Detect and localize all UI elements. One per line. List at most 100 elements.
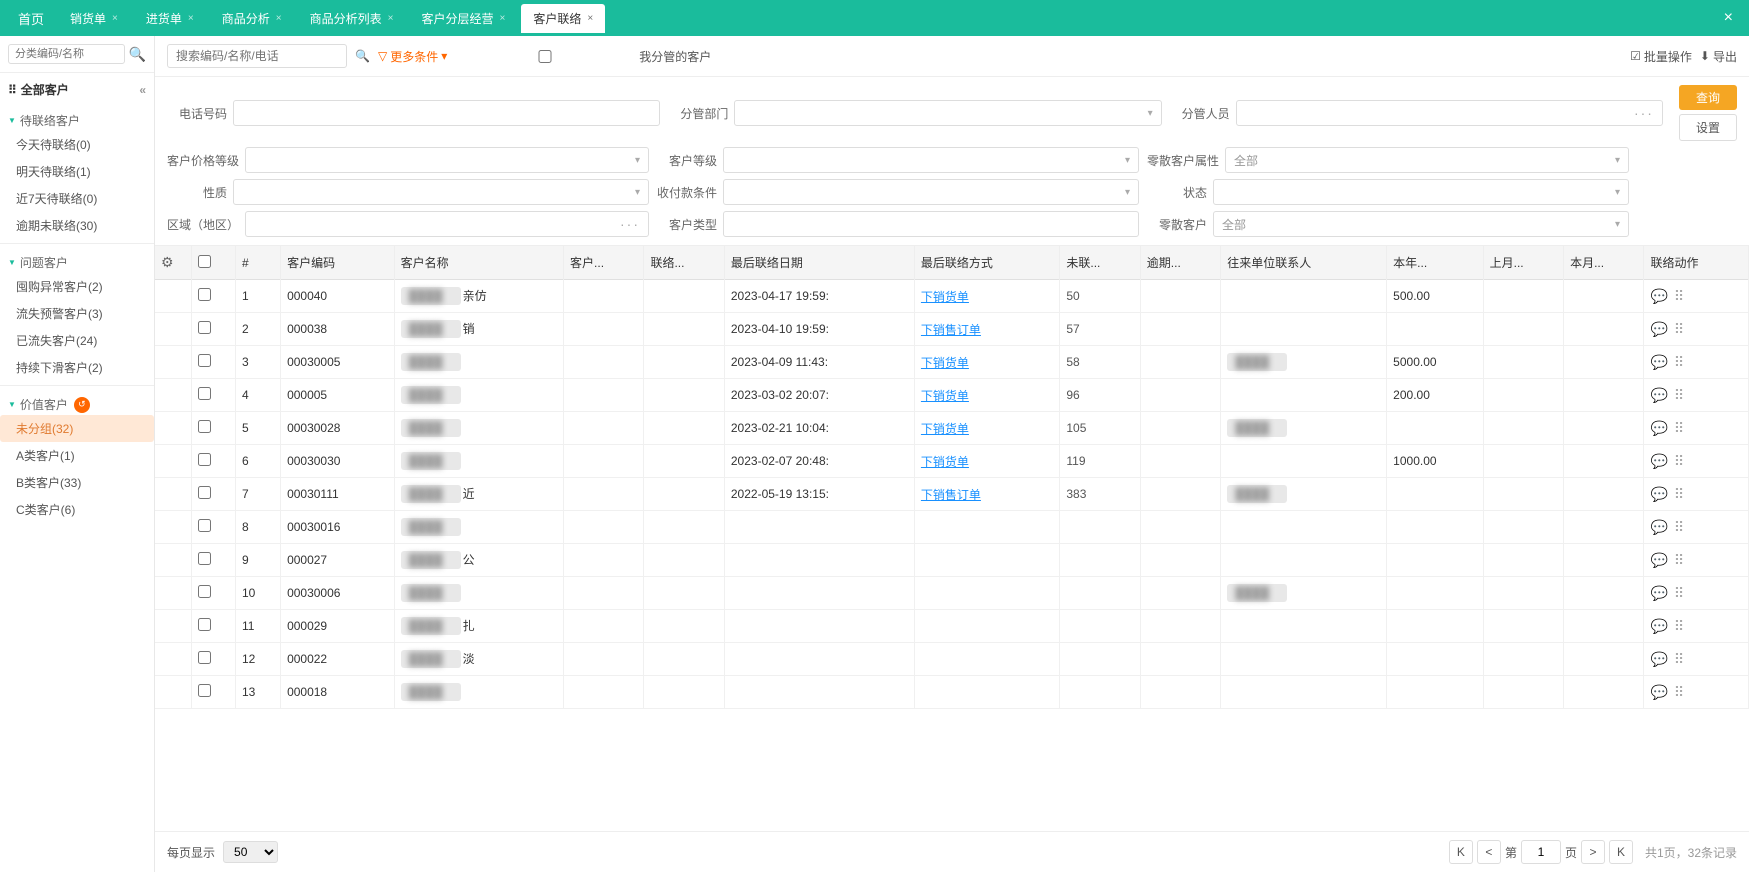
checkbox-cell[interactable] xyxy=(191,412,235,445)
contact-col-header[interactable]: 联络... xyxy=(644,246,724,280)
customer-type-select[interactable] xyxy=(723,211,1139,237)
export-link[interactable]: ⬇ 导出 xyxy=(1700,48,1737,65)
tab-analysis-list[interactable]: 商品分析列表 × xyxy=(298,4,406,33)
tab-purchase[interactable]: 进货单 × xyxy=(134,4,206,33)
grid-action-icon[interactable]: ⠿ xyxy=(1674,420,1684,437)
row-checkbox[interactable] xyxy=(198,618,211,631)
row-checkbox[interactable] xyxy=(198,684,211,697)
checkbox-cell[interactable] xyxy=(191,346,235,379)
settings-col-header[interactable]: ⚙ xyxy=(155,246,191,280)
sidebar-group-value[interactable]: ▼ 价值客户 ↺ xyxy=(0,390,154,415)
checkbox-cell[interactable] xyxy=(191,643,235,676)
window-close-button[interactable]: × xyxy=(1716,9,1741,27)
phone-input[interactable] xyxy=(233,100,660,126)
bulk-ops-link[interactable]: ☑ 批量操作 xyxy=(1630,48,1692,65)
select-all-checkbox[interactable] xyxy=(198,255,211,268)
row-checkbox[interactable] xyxy=(198,552,211,565)
sidebar-item-hoarding[interactable]: 囤购异常客户(2) xyxy=(0,273,154,300)
code-col-header[interactable]: 客户编码 xyxy=(281,246,395,280)
message-icon[interactable]: 💬 xyxy=(1650,420,1667,437)
all-customers-header[interactable]: ⠿ 全部客户 « xyxy=(0,73,154,106)
checkbox-cell[interactable] xyxy=(191,280,235,313)
message-icon[interactable]: 💬 xyxy=(1650,585,1667,602)
contact-method-link[interactable]: 下销售订单 xyxy=(921,323,981,337)
sidebar-item-overdue-pending[interactable]: 逾期未联络(30) xyxy=(0,212,154,239)
sidebar-item-declining[interactable]: 持续下滑客户(2) xyxy=(0,354,154,381)
sidebar-item-churned[interactable]: 已流失客户(24) xyxy=(0,327,154,354)
row-checkbox[interactable] xyxy=(198,420,211,433)
message-icon[interactable]: 💬 xyxy=(1650,684,1667,701)
row-checkbox[interactable] xyxy=(198,288,211,301)
overdue-col-header[interactable]: 逾期... xyxy=(1140,246,1220,280)
close-sales-tab[interactable]: × xyxy=(112,13,118,24)
last-contact-method-col-header[interactable]: 最后联络方式 xyxy=(914,246,1059,280)
region-select[interactable]: ··· xyxy=(245,211,649,237)
customer-level-select[interactable]: ▾ xyxy=(723,147,1139,173)
checkbox-cell[interactable] xyxy=(191,313,235,346)
search-button[interactable]: 🔍 xyxy=(355,49,370,63)
checkbox-cell[interactable] xyxy=(191,676,235,709)
sidebar-group-pending[interactable]: ▼ 待联络客户 xyxy=(0,106,154,131)
this-year-col-header[interactable]: 本年... xyxy=(1387,246,1483,280)
message-icon[interactable]: 💬 xyxy=(1650,651,1667,668)
sidebar-search-icon[interactable]: 🔍 xyxy=(129,46,146,63)
message-icon[interactable]: 💬 xyxy=(1650,354,1667,371)
message-icon[interactable]: 💬 xyxy=(1650,486,1667,503)
type-col-header[interactable]: 客户... xyxy=(564,246,644,280)
row-checkbox[interactable] xyxy=(198,651,211,664)
search-btn[interactable]: 查询 xyxy=(1679,85,1737,110)
nav-home[interactable]: 首页 xyxy=(8,3,54,34)
nature-select[interactable]: ▾ xyxy=(233,179,649,205)
person-select[interactable]: ··· xyxy=(1236,100,1663,126)
my-customers-checkbox-label[interactable]: 我分管的客户 xyxy=(455,48,711,65)
tab-analysis[interactable]: 商品分析 × xyxy=(210,4,294,33)
row-checkbox[interactable] xyxy=(198,486,211,499)
message-icon[interactable]: 💬 xyxy=(1650,288,1667,305)
row-checkbox[interactable] xyxy=(198,519,211,532)
grid-action-icon[interactable]: ⠿ xyxy=(1674,387,1684,404)
sidebar-item-week-pending[interactable]: 近7天待联络(0) xyxy=(0,185,154,212)
message-icon[interactable]: 💬 xyxy=(1650,552,1667,569)
grid-action-icon[interactable]: ⠿ xyxy=(1674,684,1684,701)
row-checkbox[interactable] xyxy=(198,585,211,598)
sidebar-item-tomorrow-pending[interactable]: 明天待联络(1) xyxy=(0,158,154,185)
checkbox-cell[interactable] xyxy=(191,577,235,610)
grid-action-icon[interactable]: ⠿ xyxy=(1674,552,1684,569)
collapse-icon[interactable]: « xyxy=(139,83,146,97)
grid-action-icon[interactable]: ⠿ xyxy=(1674,453,1684,470)
unit-contact-col-header[interactable]: 往来单位联系人 xyxy=(1221,246,1387,280)
grid-action-icon[interactable]: ⠿ xyxy=(1674,321,1684,338)
grid-action-icon[interactable]: ⠿ xyxy=(1674,486,1684,503)
next-page-button[interactable]: > xyxy=(1581,840,1605,864)
page-size-select[interactable]: 50 20 100 xyxy=(223,841,278,863)
reset-btn[interactable]: 设置 xyxy=(1679,114,1737,141)
checkbox-cell[interactable] xyxy=(191,478,235,511)
sidebar-search-input[interactable] xyxy=(8,44,125,64)
message-icon[interactable]: 💬 xyxy=(1650,387,1667,404)
checkbox-cell[interactable] xyxy=(191,610,235,643)
grid-action-icon[interactable]: ⠿ xyxy=(1674,519,1684,536)
price-level-select[interactable]: ▾ xyxy=(245,147,649,173)
no-contact-col-header[interactable]: 未联... xyxy=(1060,246,1140,280)
sidebar-item-c-class[interactable]: C类客户(6) xyxy=(0,496,154,523)
sidebar-item-churn-warning[interactable]: 流失预警客户(3) xyxy=(0,300,154,327)
tab-customer-contact[interactable]: 客户联络 × xyxy=(521,4,605,33)
grid-action-icon[interactable]: ⠿ xyxy=(1674,651,1684,668)
sidebar-group-problem[interactable]: ▼ 问题客户 xyxy=(0,248,154,273)
sidebar-item-b-class[interactable]: B类客户(33) xyxy=(0,469,154,496)
message-icon[interactable]: 💬 xyxy=(1650,453,1667,470)
scatter-customer-select[interactable]: 全部 ▾ xyxy=(1213,211,1629,237)
tab-sales[interactable]: 销货单 × xyxy=(58,4,130,33)
page-number-input[interactable] xyxy=(1521,840,1561,864)
last-page-button[interactable]: K xyxy=(1609,840,1633,864)
close-purchase-tab[interactable]: × xyxy=(188,13,194,24)
dept-select[interactable]: ▾ xyxy=(734,100,1161,126)
settings-icon[interactable]: ⚙ xyxy=(161,254,174,270)
message-icon[interactable]: 💬 xyxy=(1650,519,1667,536)
checkbox-cell[interactable] xyxy=(191,544,235,577)
status-select[interactable]: ▾ xyxy=(1213,179,1629,205)
sidebar-item-ungroup[interactable]: 未分组(32) xyxy=(0,415,154,442)
close-analysis-list-tab[interactable]: × xyxy=(388,13,394,24)
contact-method-link[interactable]: 下销售订单 xyxy=(921,488,981,502)
close-customer-segment-tab[interactable]: × xyxy=(499,13,505,24)
